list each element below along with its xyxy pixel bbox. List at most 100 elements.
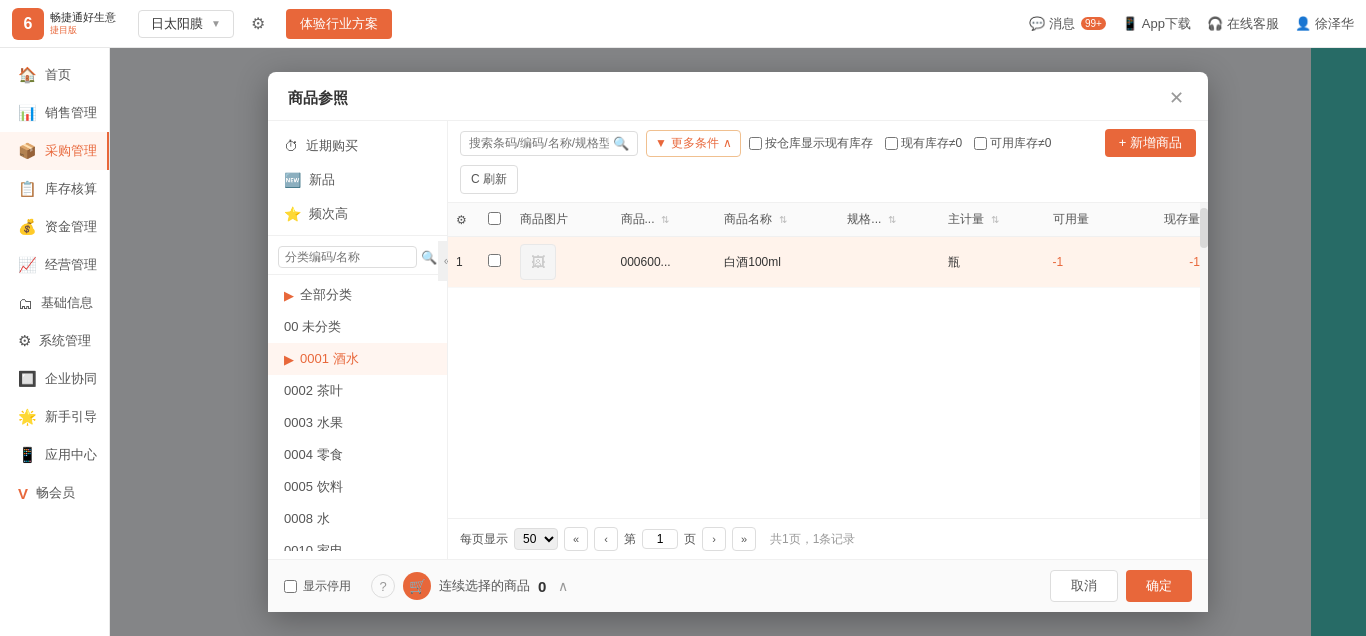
company-selector[interactable]: 日太阳膜 ▼ [138, 10, 234, 38]
trial-button[interactable]: 体验行业方案 [286, 9, 392, 39]
category-tea[interactable]: 0002 茶叶 [268, 375, 447, 407]
user-profile[interactable]: 👤 徐泽华 [1295, 15, 1354, 33]
left-panel-new[interactable]: 🆕 新品 [268, 163, 447, 197]
col-code[interactable]: 商品... ⇅ [613, 203, 717, 237]
chevron-up-icon: ∧ [723, 136, 732, 150]
first-page-button[interactable]: « [564, 527, 588, 551]
dialog-body: ⏱ 近期购买 🆕 新品 ⭐ 频次高 [268, 121, 1208, 559]
col-image: 商品图片 [512, 203, 613, 237]
refresh-button[interactable]: C 刷新 [460, 165, 518, 194]
info-icon: 🗂 [18, 295, 33, 312]
user-icon: 👤 [1295, 16, 1311, 31]
available-nonzero-checkbox[interactable] [974, 137, 987, 150]
cart-collapse-button[interactable]: ∧ [558, 578, 568, 594]
category-fruits[interactable]: 0003 水果 [268, 407, 447, 439]
sidebar-item-operations[interactable]: 📈 经营管理 [0, 246, 109, 284]
purchase-icon: 📦 [18, 142, 37, 160]
category-drinks[interactable]: 0005 饮料 [268, 471, 447, 503]
category-all[interactable]: ▶ 全部分类 [268, 279, 447, 311]
product-search-input[interactable] [469, 136, 609, 150]
member-icon: V [18, 485, 28, 502]
confirm-button[interactable]: 确定 [1126, 570, 1192, 602]
warehouse-checkbox[interactable] [749, 137, 762, 150]
select-all-checkbox[interactable] [488, 212, 501, 225]
sort-unit-icon: ⇅ [991, 214, 999, 225]
left-panel: ⏱ 近期购买 🆕 新品 ⭐ 频次高 [268, 121, 448, 559]
sidebar-item-basic-info[interactable]: 🗂 基础信息 [0, 284, 109, 322]
page-size-select[interactable]: 50 [514, 528, 558, 550]
sidebar-item-apps[interactable]: 📱 应用中心 [0, 436, 109, 474]
category-search-input[interactable] [285, 250, 410, 264]
app-icon: 📱 [1122, 16, 1138, 31]
stock-nonzero-checkbox[interactable] [885, 137, 898, 150]
sort-name-icon: ⇅ [779, 214, 787, 225]
table-row[interactable]: 1 🖼 000600... 白酒100ml 瓶 [448, 237, 1208, 288]
more-conditions-button[interactable]: ▼ 更多条件 ∧ [646, 130, 741, 157]
logo-icon: 6 [12, 8, 44, 40]
ops-icon: 📈 [18, 256, 37, 274]
left-panel-frequent[interactable]: ⭐ 频次高 [268, 197, 447, 231]
cancel-button[interactable]: 取消 [1050, 570, 1118, 602]
checkbox-available-nonzero[interactable]: 可用库存≠0 [974, 135, 1051, 152]
sales-icon: 📊 [18, 104, 37, 122]
sidebar-item-system[interactable]: ⚙ 系统管理 [0, 322, 109, 360]
sidebar-item-guide[interactable]: 🌟 新手引导 [0, 398, 109, 436]
row-stock: -1 [1126, 237, 1208, 288]
category-search-icon[interactable]: 🔍 [421, 250, 437, 265]
next-page-button[interactable]: › [702, 527, 726, 551]
current-page-input[interactable] [642, 529, 678, 549]
category-unclassified[interactable]: 00 未分类 [268, 311, 447, 343]
sidebar-item-purchase[interactable]: 📦 采购管理 [0, 132, 109, 170]
right-panel: 🔍 ▼ 更多条件 ∧ 按仓库显示现有库存 [448, 121, 1208, 559]
table-scrollbar[interactable] [1200, 203, 1208, 518]
col-unit[interactable]: 主计量 ⇅ [940, 203, 1044, 237]
sidebar-item-finance[interactable]: 💰 资金管理 [0, 208, 109, 246]
col-spec[interactable]: 规格... ⇅ [839, 203, 940, 237]
online-service-item[interactable]: 🎧 在线客服 [1207, 15, 1279, 33]
sidebar-item-member[interactable]: V 畅会员 [0, 474, 109, 512]
dialog-close-button[interactable]: ✕ [1164, 86, 1188, 110]
sidebar-item-enterprise[interactable]: 🔲 企业协同 [0, 360, 109, 398]
table-body: 1 🖼 000600... 白酒100ml 瓶 [448, 237, 1208, 288]
checkbox-stock-nonzero[interactable]: 现有库存≠0 [885, 135, 962, 152]
filter-bar: 🔍 ▼ 更多条件 ∧ 按仓库显示现有库存 [448, 121, 1208, 203]
row-checkbox[interactable] [480, 237, 512, 288]
row-select-checkbox[interactable] [488, 254, 501, 267]
category-liquor[interactable]: ▶ 0001 酒水 [268, 343, 447, 375]
category-snacks[interactable]: 0004 零食 [268, 439, 447, 471]
system-icon: ⚙ [18, 332, 31, 350]
col-name[interactable]: 商品名称 ⇅ [716, 203, 839, 237]
messages-item[interactable]: 💬 消息 99+ [1029, 15, 1106, 33]
apps-icon: 📱 [18, 446, 37, 464]
col-checkbox[interactable] [480, 203, 512, 237]
cart-icon[interactable]: 🛒 [403, 572, 431, 600]
filter-checkboxes: 按仓库显示现有库存 现有库存≠0 可用库存≠0 [749, 135, 1052, 152]
product-table-wrap: ⚙ 商品图片 商品... ⇅ 商品名称 [448, 203, 1208, 518]
table-header: ⚙ 商品图片 商品... ⇅ 商品名称 [448, 203, 1208, 237]
left-panel-recent[interactable]: ⏱ 近期购买 [268, 129, 447, 163]
sidebar-item-sales[interactable]: 📊 销售管理 [0, 94, 109, 132]
prev-page-button[interactable]: ‹ [594, 527, 618, 551]
product-image: 🖼 [520, 244, 556, 280]
col-available: 可用量 [1045, 203, 1127, 237]
app-download-item[interactable]: 📱 App下载 [1122, 15, 1191, 33]
sidebar-item-inventory[interactable]: 📋 库存核算 [0, 170, 109, 208]
col-settings[interactable]: ⚙ [448, 203, 480, 237]
home-icon: 🏠 [18, 66, 37, 84]
product-search-icon[interactable]: 🔍 [613, 136, 629, 151]
help-icon[interactable]: ? [371, 574, 395, 598]
category-water[interactable]: 0008 水 [268, 503, 447, 535]
scrollbar-thumb[interactable] [1200, 208, 1208, 248]
message-icon: 💬 [1029, 16, 1045, 31]
last-page-button[interactable]: » [732, 527, 756, 551]
display-disabled-checkbox[interactable] [284, 580, 297, 593]
sidebar-item-home[interactable]: 🏠 首页 [0, 56, 109, 94]
row-spec [839, 237, 940, 288]
expand-icon: ▶ [284, 288, 294, 303]
checkbox-warehouse[interactable]: 按仓库显示现有库存 [749, 135, 873, 152]
add-goods-button[interactable]: + 新增商品 [1105, 129, 1196, 157]
category-appliances[interactable]: 0010 家电 [268, 535, 447, 551]
row-unit: 瓶 [940, 237, 1044, 288]
sidebar: 🏠 首页 📊 销售管理 📦 采购管理 📋 库存核算 💰 资金管理 📈 经营管理 … [0, 48, 110, 636]
settings-icon[interactable]: ⚙ [242, 8, 274, 40]
